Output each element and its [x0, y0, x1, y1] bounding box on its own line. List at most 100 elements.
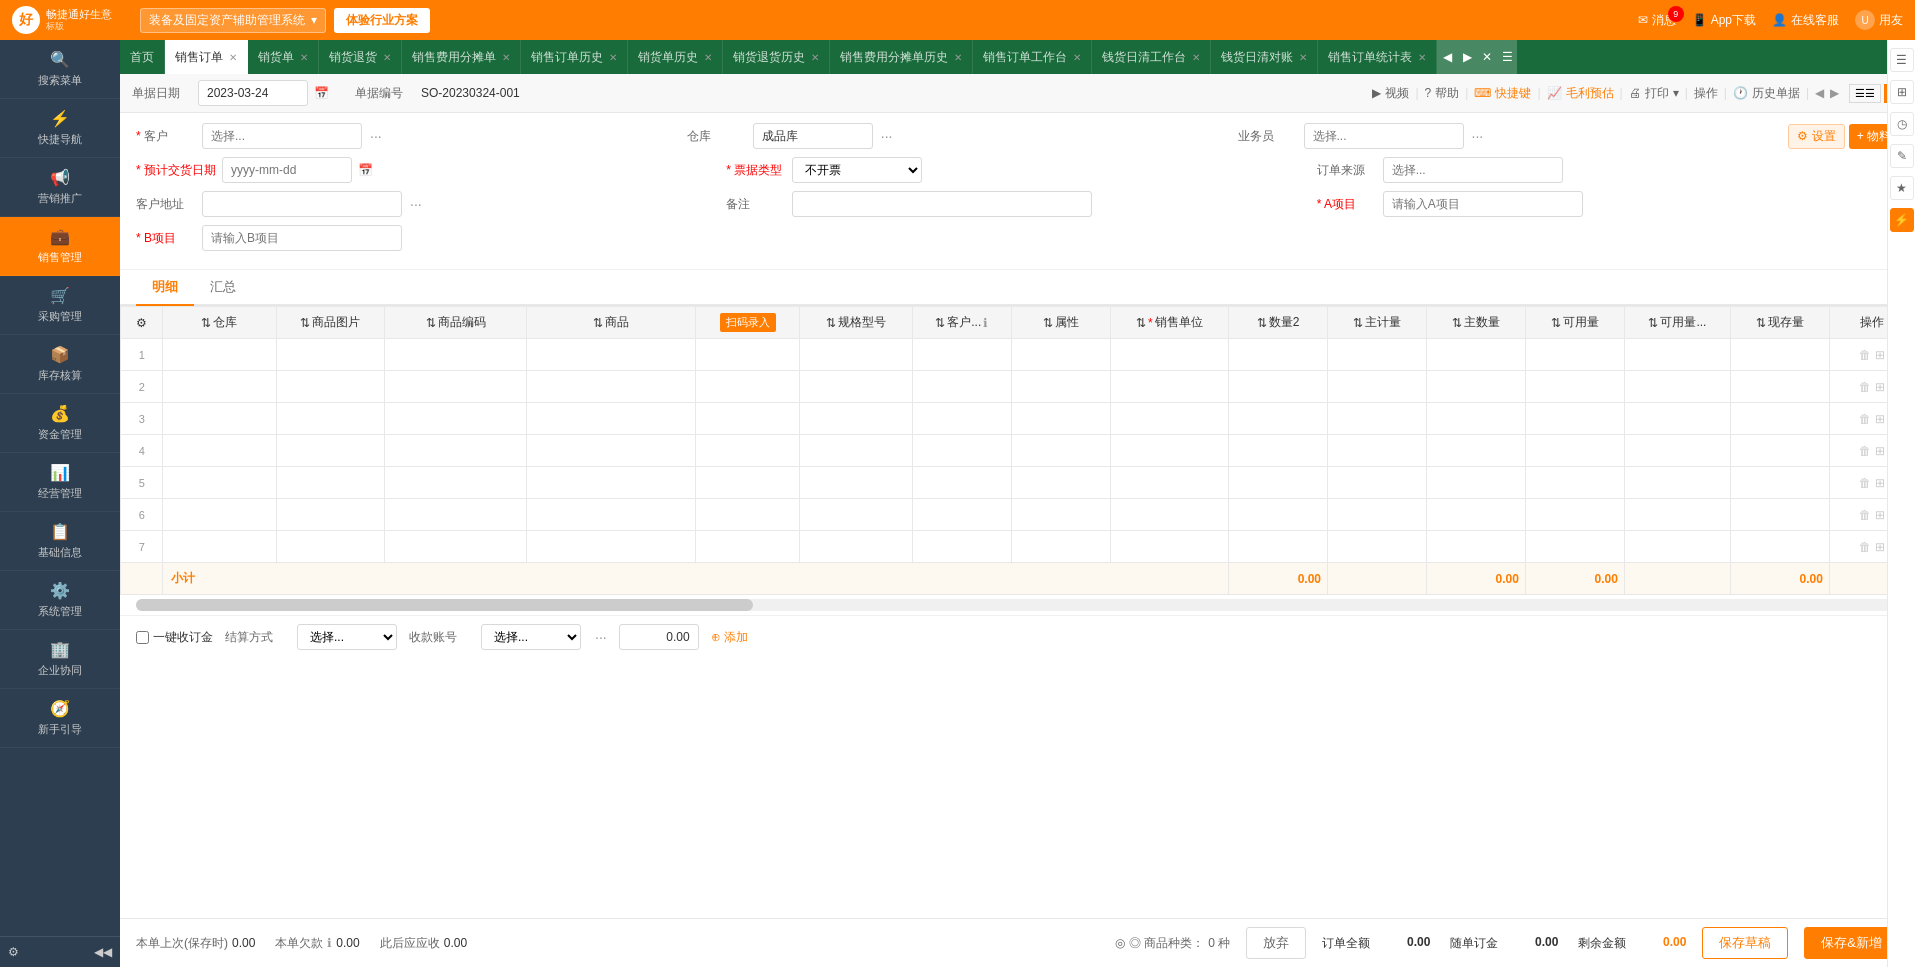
- shortcut-btn[interactable]: ⌨ 快捷键: [1474, 85, 1531, 102]
- save-new-btn[interactable]: 保存&新增: [1804, 927, 1899, 959]
- a-project-input[interactable]: [1383, 191, 1583, 217]
- action-btn[interactable]: 操作: [1694, 85, 1718, 102]
- tab-close-sales-refund[interactable]: ✕: [383, 52, 391, 63]
- copy-icon-6[interactable]: ⊞: [1875, 508, 1885, 522]
- message-btn[interactable]: ✉ 消息 9: [1638, 12, 1676, 29]
- row-mqty-6[interactable]: [1427, 499, 1526, 531]
- tab-sales-return[interactable]: 销货单 ✕: [248, 40, 319, 74]
- one-key-deposit-label[interactable]: 一键收订金: [136, 629, 213, 646]
- th-warehouse[interactable]: ⇅ 仓库: [163, 307, 276, 339]
- tab-cash-daily-workbench[interactable]: 钱货日清工作台 ✕: [1092, 40, 1211, 74]
- row-ccode-6[interactable]: [912, 499, 1011, 531]
- copy-icon-2[interactable]: ⊞: [1875, 380, 1885, 394]
- row-mqty-7[interactable]: [1427, 531, 1526, 563]
- tab-sales-refund[interactable]: 销货退货 ✕: [319, 40, 402, 74]
- b-project-input[interactable]: [202, 225, 402, 251]
- sidebar-item-purchase[interactable]: 🛒 采购管理: [0, 276, 120, 335]
- tab-home[interactable]: 首页: [120, 40, 165, 74]
- th-product[interactable]: ⇅ 商品: [526, 307, 696, 339]
- row-image-2[interactable]: [276, 371, 385, 403]
- tab-nav-menu[interactable]: ☰: [1497, 40, 1517, 74]
- row-spec-7[interactable]: [799, 531, 912, 563]
- row-sunit-6[interactable]: [1110, 499, 1228, 531]
- row-amore-1[interactable]: [1624, 339, 1730, 371]
- app-download-btn[interactable]: 📱 App下载: [1692, 12, 1756, 29]
- sidebar-item-search[interactable]: 🔍 搜索菜单: [0, 40, 120, 99]
- row-mqty-2[interactable]: [1427, 371, 1526, 403]
- row-warehouse-1[interactable]: [163, 339, 276, 371]
- row-sunit-3[interactable]: [1110, 403, 1228, 435]
- row-stock-1[interactable]: [1731, 339, 1830, 371]
- row-spec-1[interactable]: [799, 339, 912, 371]
- system-selector[interactable]: 装备及固定资产辅助管理系统 ▾: [140, 8, 326, 33]
- sidebar-item-sales[interactable]: 💼 销售管理: [0, 217, 120, 276]
- delete-icon-6[interactable]: 🗑: [1859, 508, 1871, 522]
- row-qty2-7[interactable]: [1229, 531, 1328, 563]
- row-avail-7[interactable]: [1525, 531, 1624, 563]
- th-available[interactable]: ⇅ 可用量: [1525, 307, 1624, 339]
- tab-close-cash-daily-check[interactable]: ✕: [1299, 52, 1307, 63]
- th-code[interactable]: ⇅ 商品编码: [385, 307, 526, 339]
- row-warehouse-5[interactable]: [163, 467, 276, 499]
- th-sales-unit[interactable]: ⇅ *销售单位: [1110, 307, 1228, 339]
- row-image-4[interactable]: [276, 435, 385, 467]
- sidebar-item-guide[interactable]: 🧭 新手引导: [0, 689, 120, 748]
- delivery-date-input[interactable]: [222, 157, 352, 183]
- row-munit-4[interactable]: [1328, 435, 1427, 467]
- th-attr[interactable]: ⇅ 属性: [1011, 307, 1110, 339]
- right-panel-btn-6[interactable]: ⚡: [1890, 208, 1914, 232]
- row-sunit-1[interactable]: [1110, 339, 1228, 371]
- collapse-icon[interactable]: ◀◀: [94, 945, 112, 959]
- row-spec-3[interactable]: [799, 403, 912, 435]
- th-spec[interactable]: ⇅ 规格型号: [799, 307, 912, 339]
- delete-icon-3[interactable]: 🗑: [1859, 412, 1871, 426]
- row-qty2-4[interactable]: [1229, 435, 1328, 467]
- row-sunit-7[interactable]: [1110, 531, 1228, 563]
- add-deposit-btn[interactable]: ⊕ 添加: [711, 629, 748, 646]
- tab-nav-left[interactable]: ◀: [1437, 40, 1457, 74]
- tab-close-sales-expense-history[interactable]: ✕: [954, 52, 962, 63]
- row-avail-5[interactable]: [1525, 467, 1624, 499]
- settings-icon[interactable]: ⚙: [8, 945, 19, 959]
- customer-more-btn[interactable]: ···: [370, 128, 382, 144]
- row-attr-1[interactable]: [1011, 339, 1110, 371]
- row-munit-5[interactable]: [1328, 467, 1427, 499]
- tab-cash-daily-check[interactable]: 钱货日清对账 ✕: [1211, 40, 1318, 74]
- row-attr-5[interactable]: [1011, 467, 1110, 499]
- tab-summary[interactable]: 汇总: [194, 270, 252, 306]
- copy-icon-4[interactable]: ⊞: [1875, 444, 1885, 458]
- row-attr-4[interactable]: [1011, 435, 1110, 467]
- row-avail-1[interactable]: [1525, 339, 1624, 371]
- row-qty2-2[interactable]: [1229, 371, 1328, 403]
- row-image-3[interactable]: [276, 403, 385, 435]
- row-munit-1[interactable]: [1328, 339, 1427, 371]
- tab-nav-right[interactable]: ▶: [1457, 40, 1477, 74]
- tab-sales-expense-split[interactable]: 销售费用分摊单 ✕: [402, 40, 521, 74]
- row-sunit-2[interactable]: [1110, 371, 1228, 403]
- row-ccode-4[interactable]: [912, 435, 1011, 467]
- row-product-4[interactable]: [526, 435, 696, 467]
- form-setting-btn[interactable]: ⚙ 设置: [1788, 124, 1844, 149]
- th-qty2[interactable]: ⇅ 数量2: [1229, 307, 1328, 339]
- row-warehouse-7[interactable]: [163, 531, 276, 563]
- account-select[interactable]: 选择...: [481, 624, 581, 650]
- row-code-1[interactable]: [385, 339, 526, 371]
- row-munit-7[interactable]: [1328, 531, 1427, 563]
- payment-method-select[interactable]: 选择...: [297, 624, 397, 650]
- row-code-5[interactable]: [385, 467, 526, 499]
- sidebar-item-enterprise[interactable]: 🏢 企业协同: [0, 630, 120, 689]
- row-product-3[interactable]: [526, 403, 696, 435]
- row-product-2[interactable]: [526, 371, 696, 403]
- sidebar-item-marketing[interactable]: 📢 营销推广: [0, 158, 120, 217]
- calendar-icon[interactable]: 📅: [314, 86, 329, 100]
- th-main-unit[interactable]: ⇅ 主计量: [1328, 307, 1427, 339]
- invoice-type-select[interactable]: 不开票 增值税普通发票 增值税专用发票: [792, 157, 922, 183]
- row-code-3[interactable]: [385, 403, 526, 435]
- row-product-5[interactable]: [526, 467, 696, 499]
- delete-icon-1[interactable]: 🗑: [1859, 348, 1871, 362]
- th-available-more[interactable]: ⇅ 可用量...: [1624, 307, 1730, 339]
- tab-sales-order-history[interactable]: 销售订单历史 ✕: [521, 40, 628, 74]
- row-mqty-5[interactable]: [1427, 467, 1526, 499]
- sidebar-item-system[interactable]: ⚙️ 系统管理: [0, 571, 120, 630]
- row-sunit-5[interactable]: [1110, 467, 1228, 499]
